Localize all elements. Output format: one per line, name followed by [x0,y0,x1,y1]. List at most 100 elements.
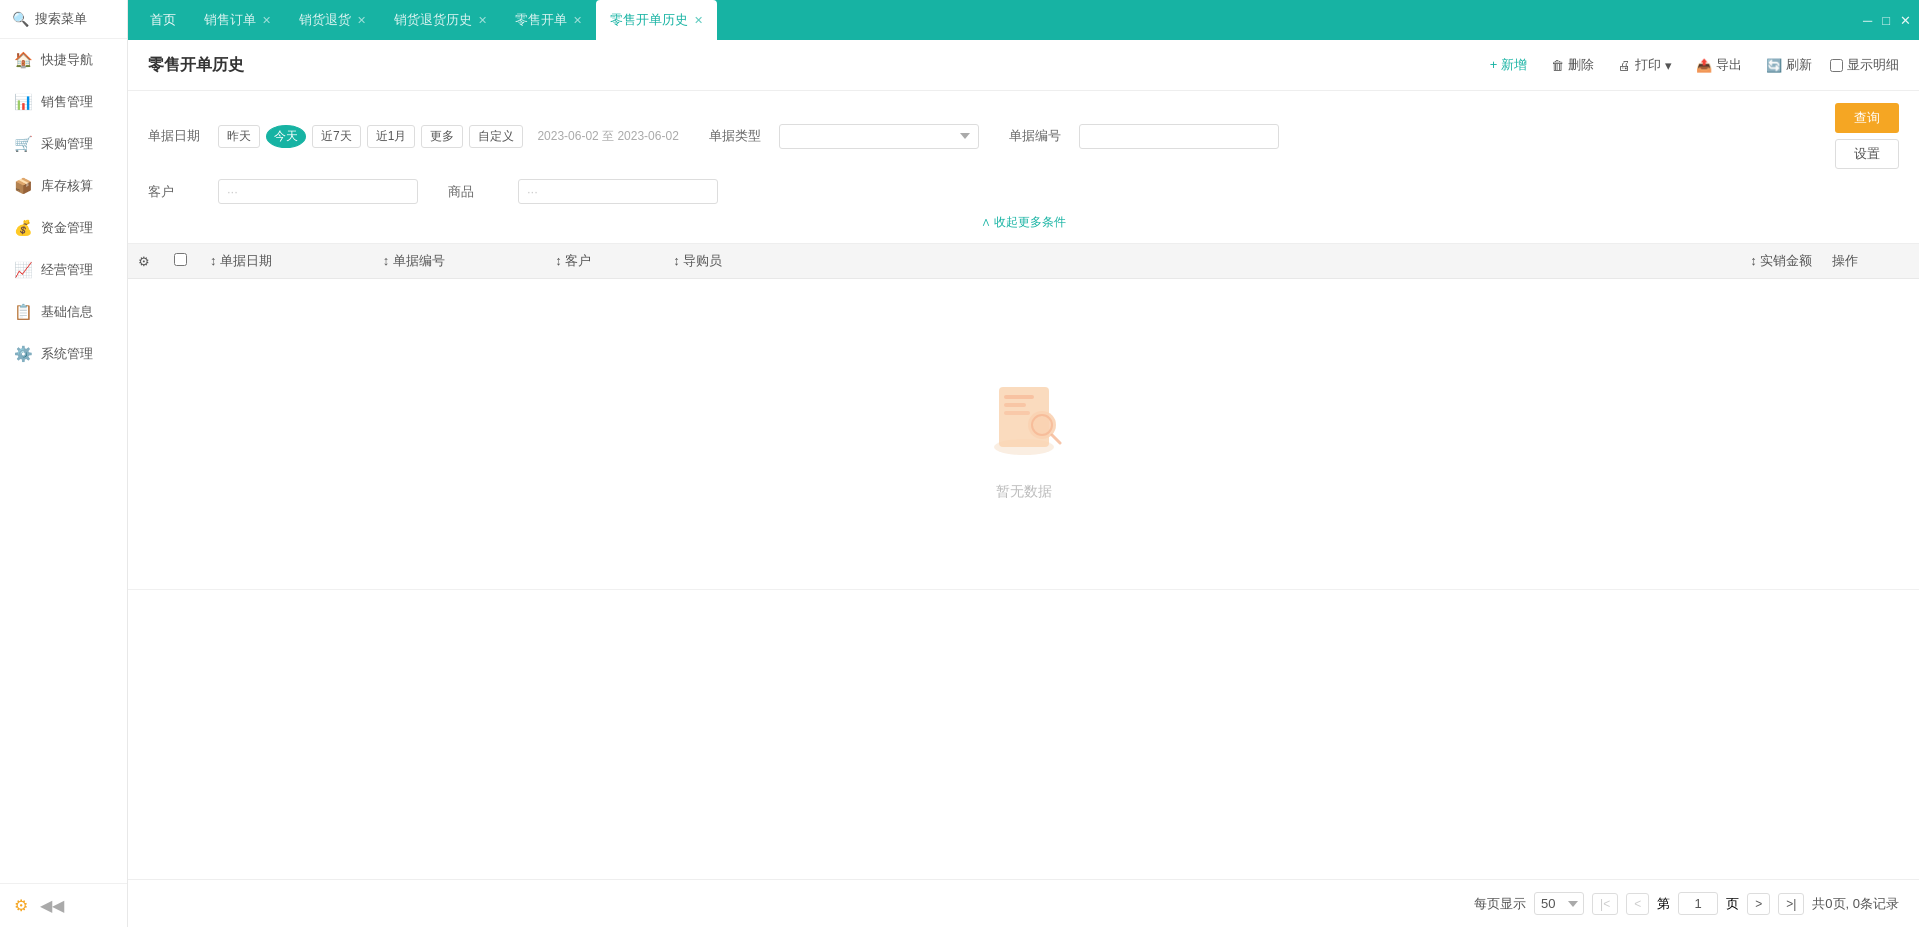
sidebar: 🔍 搜索菜单 🏠快捷导航📊销售管理🛒采购管理📦库存核算💰资金管理📈经营管理📋基础… [0,0,128,927]
goods-input[interactable] [518,179,718,204]
col-no[interactable]: ↕ 单据编号 [373,244,546,279]
tab-sales-return[interactable]: 销货退货 ✕ [285,0,380,40]
tab-close-sales-return-history[interactable]: ✕ [478,14,487,27]
select-all-checkbox[interactable] [174,253,187,266]
col-customer[interactable]: ↕ 客户 [545,244,663,279]
tab-home[interactable]: 首页 [136,0,190,40]
col-salesperson[interactable]: ↕ 导购员 [663,244,808,279]
next-page-button[interactable]: > [1747,893,1770,915]
sidebar-item-finance[interactable]: 💰资金管理 [0,207,127,249]
sidebar-footer: ⚙ ◀◀ [0,883,127,927]
date-btn-today[interactable]: 今天 [266,125,306,148]
prev-page-button[interactable]: < [1626,893,1649,915]
filter-dates: 昨天今天近7天近1月更多自定义 [218,125,523,148]
date-btn-more[interactable]: 更多 [421,125,463,148]
sidebar-item-system[interactable]: ⚙️系统管理 [0,333,127,375]
empty-icon [974,367,1074,467]
delete-button[interactable]: 🗑 删除 [1545,52,1600,78]
empty-state: 暂无数据 [138,287,1909,581]
col-salesperson-label: ↕ 导购员 [673,253,722,268]
tab-retail-open-history[interactable]: 零售开单历史 ✕ [596,0,717,40]
tab-close-sales-order[interactable]: ✕ [262,14,271,27]
page-actions: + 新增 🗑 删除 🖨 打印 ▾ 📤 导出 🔄 刷新 [1484,52,1899,78]
tab-bar-actions: ─ □ ✕ [1863,13,1911,28]
show-detail-checkbox[interactable] [1830,59,1843,72]
date-btn-custom[interactable]: 自定义 [469,125,523,148]
sidebar-menu: 🏠快捷导航📊销售管理🛒采购管理📦库存核算💰资金管理📈经营管理📋基础信息⚙️系统管… [0,39,127,883]
sidebar-icon-inventory: 📦 [14,177,33,195]
sidebar-icon-operations: 📈 [14,261,33,279]
add-button[interactable]: + 新增 [1484,52,1533,78]
print-chevron-icon: ▾ [1665,58,1672,73]
tab-close-retail-open-history[interactable]: ✕ [694,14,703,27]
page-suffix: 页 [1726,895,1739,913]
col-amount[interactable]: ↕ 实销金额 [1650,244,1823,279]
goods-label: 商品 [448,183,508,201]
close-window-button[interactable]: ✕ [1900,13,1911,28]
sidebar-icon-purchase-mgmt: 🛒 [14,135,33,153]
delete-icon: 🗑 [1551,58,1564,73]
tab-retail-open[interactable]: 零售开单 ✕ [501,0,596,40]
customer-label: 客户 [148,183,208,201]
doc-no-input[interactable] [1079,124,1279,149]
doc-type-label: 单据类型 [709,127,769,145]
per-page-select[interactable]: 50 10 20 100 [1534,892,1584,915]
filter-row-1: 单据日期 昨天今天近7天近1月更多自定义 2023-06-02 至 2023-0… [148,103,1899,169]
tab-sales-return-history[interactable]: 销货退货历史 ✕ [380,0,501,40]
col-action: 操作 [1822,244,1919,279]
setting-button[interactable]: 设置 [1835,139,1899,169]
filter-area: 单据日期 昨天今天近7天近1月更多自定义 2023-06-02 至 2023-0… [128,91,1919,244]
sidebar-item-basic-info[interactable]: 📋基础信息 [0,291,127,333]
customer-input[interactable] [218,179,418,204]
data-table: ⚙ ↕ 单据日期 ↕ 单据编号 ↕ 客户 [128,244,1919,590]
refresh-button[interactable]: 🔄 刷新 [1760,52,1818,78]
tab-label-retail-open: 零售开单 [515,11,567,29]
sidebar-item-purchase-mgmt[interactable]: 🛒采购管理 [0,123,127,165]
date-btn-last7days[interactable]: 近7天 [312,125,361,148]
date-btn-last1month[interactable]: 近1月 [367,125,416,148]
sidebar-item-operations[interactable]: 📈经营管理 [0,249,127,291]
tab-label-sales-return-history: 销货退货历史 [394,11,472,29]
collapse-more-btn[interactable]: ∧ 收起更多条件 [981,214,1066,231]
tab-label-retail-open-history: 零售开单历史 [610,11,688,29]
sidebar-item-sales-mgmt[interactable]: 📊销售管理 [0,81,127,123]
tab-label-sales-order: 销售订单 [204,11,256,29]
export-button[interactable]: 📤 导出 [1690,52,1748,78]
table-area: ⚙ ↕ 单据日期 ↕ 单据编号 ↕ 客户 [128,244,1919,879]
col-date[interactable]: ↕ 单据日期 [200,244,373,279]
collapse-button[interactable]: ◀◀ [40,896,64,915]
refresh-icon: 🔄 [1766,58,1782,73]
tab-label-home: 首页 [150,11,176,29]
maximize-button[interactable]: □ [1882,13,1890,28]
svg-line-7 [1052,435,1060,443]
sidebar-item-inventory[interactable]: 📦库存核算 [0,165,127,207]
search-icon: 🔍 [12,11,29,27]
sidebar-search[interactable]: 🔍 搜索菜单 [0,0,127,39]
last-page-button[interactable]: >| [1778,893,1804,915]
query-buttons: 查询 设置 [1835,103,1899,169]
col-extra [809,244,1650,279]
tab-label-sales-return: 销货退货 [299,11,351,29]
query-button[interactable]: 查询 [1835,103,1899,133]
tab-sales-order[interactable]: 销售订单 ✕ [190,0,285,40]
col-amount-label: ↕ 实销金额 [1750,253,1812,268]
col-checkbox [164,244,200,279]
date-btn-yesterday[interactable]: 昨天 [218,125,260,148]
sidebar-icon-finance: 💰 [14,219,33,237]
sidebar-icon-basic-info: 📋 [14,303,33,321]
sidebar-item-quick-nav[interactable]: 🏠快捷导航 [0,39,127,81]
main-area: 首页 销售订单 ✕ 销货退货 ✕ 销货退货历史 ✕ 零售开单 ✕ 零售开单历史 ✕ ─ □ ✕ 零售… [128,0,1919,927]
tab-close-retail-open[interactable]: ✕ [573,14,582,27]
page-title: 零售开单历史 [148,55,244,76]
settings-button[interactable]: ⚙ [14,896,28,915]
svg-rect-4 [1004,411,1030,415]
doc-type-select[interactable] [779,124,979,149]
tab-close-sales-return[interactable]: ✕ [357,14,366,27]
print-button[interactable]: 🖨 打印 ▾ [1612,52,1678,78]
minimize-button[interactable]: ─ [1863,13,1872,28]
per-page-label: 每页显示 [1474,895,1526,913]
table-header: ⚙ ↕ 单据日期 ↕ 单据编号 ↕ 客户 [128,244,1919,279]
col-settings[interactable]: ⚙ [128,244,164,279]
page-input[interactable] [1678,892,1718,915]
first-page-button[interactable]: |< [1592,893,1618,915]
